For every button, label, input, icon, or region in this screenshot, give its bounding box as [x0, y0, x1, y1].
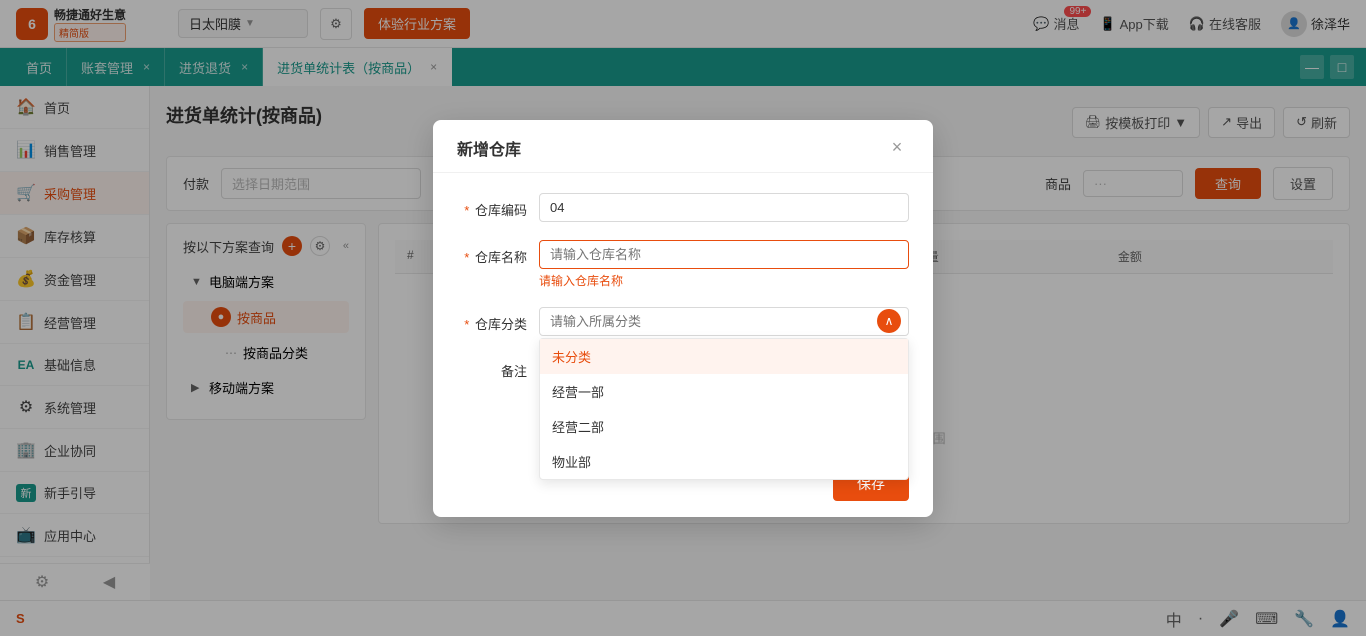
name-field-row: * 仓库名称 请输入仓库名称: [457, 240, 909, 289]
dropdown-item-uncategorized[interactable]: 未分类: [540, 339, 908, 374]
category-dropdown-list: 未分类 经营一部 经营二部 物业部: [539, 338, 909, 480]
category-field: ∧ 未分类 经营一部 经营二部 物业部: [539, 307, 909, 336]
dropdown-item-dept1[interactable]: 经营一部: [540, 374, 908, 409]
category-input[interactable]: [539, 307, 909, 336]
overlay: 新增仓库 × * 仓库编码 * 仓库名称: [0, 0, 1366, 636]
code-field-row: * 仓库编码: [457, 193, 909, 222]
name-field: 请输入仓库名称: [539, 240, 909, 289]
category-field-row: * 仓库分类 ∧ 未分类 经营一部 经营二部 物业部: [457, 307, 909, 336]
dropdown-item-property[interactable]: 物业部: [540, 444, 908, 479]
dropdown-item-dept2[interactable]: 经营二部: [540, 409, 908, 444]
code-field: [539, 193, 909, 222]
category-label: * 仓库分类: [457, 307, 527, 333]
dialog-body: * 仓库编码 * 仓库名称 请输入仓库名称: [433, 173, 933, 455]
code-input[interactable]: [539, 193, 909, 222]
dialog-title: 新增仓库: [457, 136, 521, 160]
remark-label: 备注: [457, 354, 527, 380]
name-error-msg: 请输入仓库名称: [539, 272, 909, 289]
category-dropdown-arrow[interactable]: ∧: [877, 309, 901, 333]
name-input[interactable]: [539, 240, 909, 269]
new-warehouse-dialog: 新增仓库 × * 仓库编码 * 仓库名称: [433, 120, 933, 517]
dialog-header: 新增仓库 ×: [433, 120, 933, 173]
name-label: * 仓库名称: [457, 240, 527, 266]
dialog-close-button[interactable]: ×: [885, 136, 909, 160]
code-label: * 仓库编码: [457, 193, 527, 219]
